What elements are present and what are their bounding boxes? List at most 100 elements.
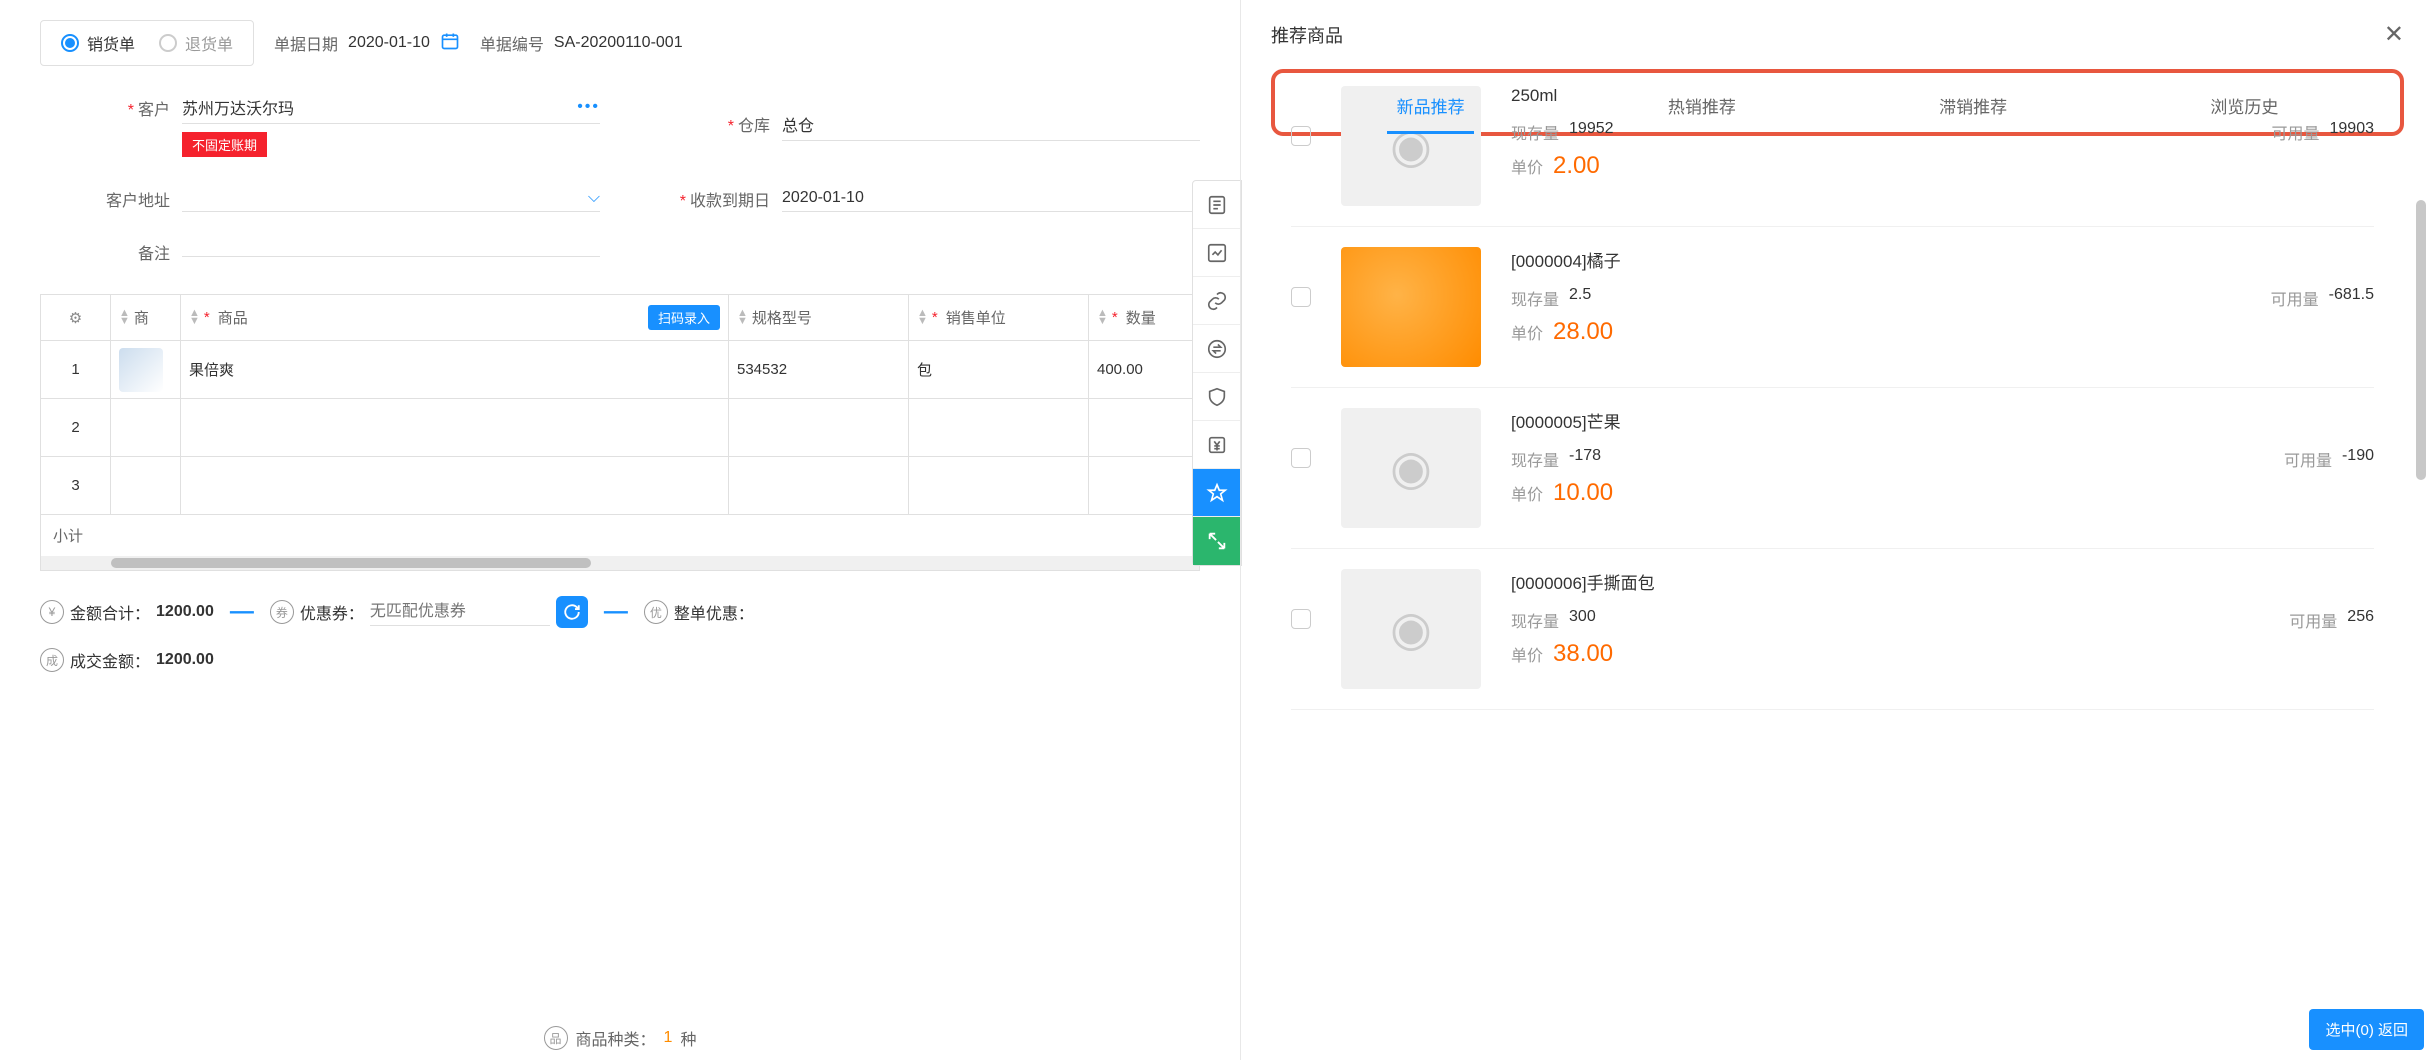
item-checkbox[interactable] bbox=[1291, 609, 1311, 629]
row-unit[interactable] bbox=[909, 457, 1089, 514]
warehouse-input[interactable]: 总仓 bbox=[782, 108, 1200, 141]
sort-icon: ▲▼ bbox=[917, 310, 928, 325]
address-select[interactable]: ⌵ bbox=[182, 185, 600, 212]
item-avail: 可用量-190 bbox=[2284, 447, 2374, 471]
row-spec[interactable] bbox=[729, 457, 909, 514]
remark-input[interactable] bbox=[182, 248, 600, 257]
dash-icon: — bbox=[230, 598, 254, 626]
row-qty[interactable]: 400.00 bbox=[1089, 341, 1199, 398]
row-index: 3 bbox=[41, 457, 111, 514]
close-icon[interactable]: ✕ bbox=[2384, 20, 2404, 49]
row-unit[interactable]: 包 bbox=[909, 341, 1089, 398]
scrollbar-thumb[interactable] bbox=[111, 558, 591, 568]
row-name[interactable] bbox=[181, 399, 729, 456]
sort-icon: ▲▼ bbox=[119, 310, 130, 325]
recommend-tab[interactable]: 热销推荐 bbox=[1648, 79, 1756, 132]
table-row[interactable]: 1 果倍爽 534532 包 400.00 bbox=[41, 341, 1199, 399]
row-unit[interactable] bbox=[909, 399, 1089, 456]
col-spec[interactable]: ▲▼规格型号 bbox=[729, 295, 909, 340]
sort-icon: ▲▼ bbox=[737, 310, 748, 325]
row-spec[interactable]: 534532 bbox=[729, 341, 909, 398]
yen-icon: ¥ bbox=[40, 600, 64, 624]
remark-row: 备注 bbox=[40, 240, 600, 264]
item-info: [0000004]橘子 现存量2.5 可用量-681.5 单价28.00 bbox=[1511, 247, 2374, 346]
item-image: ◉ bbox=[1341, 569, 1481, 689]
side-shield-icon[interactable] bbox=[1193, 373, 1241, 421]
totals-row: ¥ 金额合计： 1200.00 — 券 优惠券： — 优 整单优惠： bbox=[40, 596, 1200, 628]
calendar-icon[interactable] bbox=[440, 31, 460, 56]
select-return-button[interactable]: 选中(0) 返回 bbox=[2309, 1009, 2424, 1050]
fixed-period-tag: 不固定账期 bbox=[182, 132, 267, 157]
address-label: 客户地址 bbox=[40, 187, 170, 211]
recommend-tab[interactable]: 浏览历史 bbox=[2190, 79, 2298, 132]
table-row[interactable]: 2 bbox=[41, 399, 1199, 457]
scan-input-button[interactable]: 扫码录入 bbox=[648, 305, 720, 330]
row-qty[interactable] bbox=[1089, 457, 1199, 514]
duedate-row: *收款到期日 2020-01-10 bbox=[640, 185, 1200, 212]
item-title: [0000004]橘子 bbox=[1511, 247, 2374, 272]
side-currency-icon[interactable] bbox=[1193, 421, 1241, 469]
col-settings[interactable]: ⚙ bbox=[41, 295, 111, 340]
col-qty[interactable]: ▲▼*数量 bbox=[1089, 295, 1199, 340]
side-notes-icon[interactable] bbox=[1193, 181, 1241, 229]
recommend-tab[interactable]: 滞销推荐 bbox=[1919, 79, 2027, 132]
form-grid: *客户 苏州万达沃尔玛 ••• 不固定账期 *仓库 总仓 客户地址 ⌵ bbox=[40, 91, 1200, 264]
order-discount: 优 整单优惠： bbox=[644, 600, 754, 624]
sort-icon: ▲▼ bbox=[189, 310, 200, 325]
radio-return-order[interactable]: 退货单 bbox=[159, 31, 233, 55]
items-table: ⚙ ▲▼商 ▲▼*商品扫码录入 ▲▼规格型号 ▲▼*销售单位 ▲▼*数量 1 果… bbox=[40, 294, 1200, 571]
item-price: 单价2.00 bbox=[1511, 152, 2374, 180]
recommend-list: ◉ 250ml 现存量19952 可用量19903 单价2.00 [000000… bbox=[1241, 86, 2434, 710]
customer-more-icon[interactable]: ••• bbox=[577, 98, 600, 116]
deal-value: 1200.00 bbox=[156, 651, 214, 669]
subtotal-row: 小计 bbox=[41, 515, 1199, 556]
sort-icon: ▲▼ bbox=[1097, 310, 1108, 325]
row-thumb bbox=[111, 341, 181, 398]
customer-value: 苏州万达沃尔玛 bbox=[182, 95, 294, 119]
duedate-input[interactable]: 2020-01-10 bbox=[782, 185, 1200, 212]
deal-amount: 成 成交金额： 1200.00 bbox=[40, 648, 214, 672]
amount-value: 1200.00 bbox=[156, 603, 214, 621]
item-checkbox[interactable] bbox=[1291, 448, 1311, 468]
side-star-icon[interactable] bbox=[1193, 469, 1241, 517]
col-unit[interactable]: ▲▼*销售单位 bbox=[909, 295, 1089, 340]
horizontal-scrollbar[interactable] bbox=[41, 556, 1199, 570]
item-price: 单价10.00 bbox=[1511, 479, 2374, 507]
amount-total: ¥ 金额合计： 1200.00 bbox=[40, 600, 214, 624]
product-thumb bbox=[119, 348, 163, 392]
recommend-tab[interactable]: 新品推荐 bbox=[1377, 79, 1485, 132]
row-qty[interactable] bbox=[1089, 399, 1199, 456]
document-header: 销货单 退货单 单据日期 2020-01-10 单据编号 SA-20200110… bbox=[40, 20, 1200, 66]
doc-type-radio-group: 销货单 退货单 bbox=[40, 20, 254, 66]
side-transfer-icon[interactable] bbox=[1193, 325, 1241, 373]
side-chart-icon[interactable] bbox=[1193, 229, 1241, 277]
item-image: ◉ bbox=[1341, 408, 1481, 528]
customer-input[interactable]: 苏州万达沃尔玛 ••• bbox=[182, 91, 600, 124]
refresh-button[interactable] bbox=[556, 596, 588, 628]
recommend-item: [0000004]橘子 现存量2.5 可用量-681.5 单价28.00 bbox=[1291, 227, 2374, 388]
item-checkbox[interactable] bbox=[1291, 126, 1311, 146]
table-row[interactable]: 3 bbox=[41, 457, 1199, 515]
coupon-input[interactable] bbox=[370, 599, 550, 626]
chevron-down-icon: ⌵ bbox=[588, 189, 600, 207]
radio-checked-icon bbox=[61, 34, 79, 52]
item-price: 单价38.00 bbox=[1511, 640, 2374, 668]
side-link-icon[interactable] bbox=[1193, 277, 1241, 325]
doc-date-label: 单据日期 bbox=[274, 31, 338, 55]
item-title: [0000005]芒果 bbox=[1511, 408, 2374, 433]
col-thumb[interactable]: ▲▼商 bbox=[111, 295, 181, 340]
row-spec[interactable] bbox=[729, 399, 909, 456]
col-product[interactable]: ▲▼*商品扫码录入 bbox=[181, 295, 729, 340]
radio-sales-label: 销货单 bbox=[87, 31, 135, 55]
row-name[interactable] bbox=[181, 457, 729, 514]
gear-icon: ⚙ bbox=[69, 309, 82, 327]
radio-sales-order[interactable]: 销货单 bbox=[61, 31, 135, 55]
side-expand-icon[interactable] bbox=[1193, 517, 1241, 565]
row-name[interactable]: 果倍爽 bbox=[181, 341, 729, 398]
item-title: [0000006]手撕面包 bbox=[1511, 569, 2374, 594]
recommend-item: ◉ [0000006]手撕面包 现存量300 可用量256 单价38.00 bbox=[1291, 549, 2374, 710]
doc-date-value[interactable]: 2020-01-10 bbox=[348, 34, 430, 52]
deal-icon: 成 bbox=[40, 648, 64, 672]
item-checkbox[interactable] bbox=[1291, 287, 1311, 307]
vertical-scrollbar[interactable] bbox=[2416, 200, 2426, 480]
